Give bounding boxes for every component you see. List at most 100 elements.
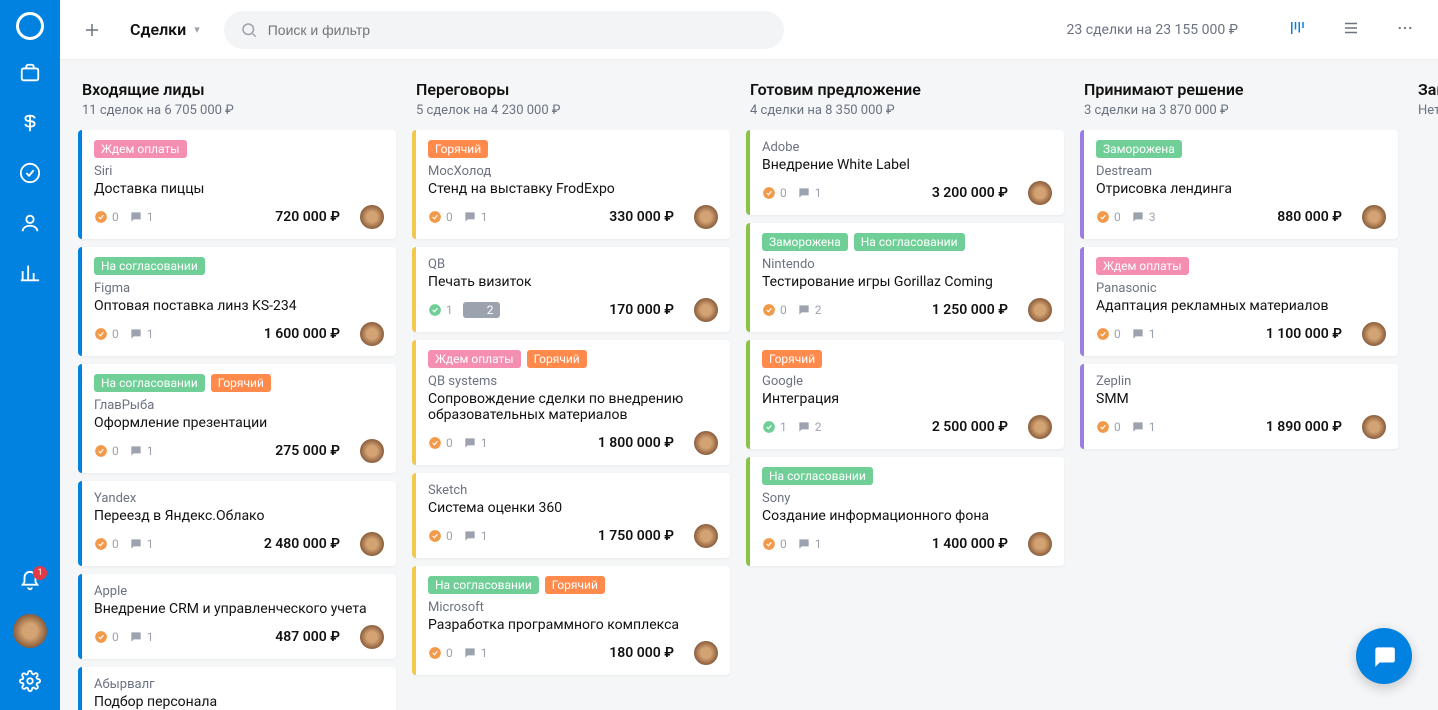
kanban-column: Готовим предложение4 сделки на 8 350 000… bbox=[746, 76, 1066, 710]
company-name: Sketch bbox=[428, 483, 718, 498]
company-name: Apple bbox=[94, 584, 384, 599]
assignee-avatar[interactable] bbox=[1362, 205, 1386, 229]
kanban-view-icon[interactable] bbox=[1282, 13, 1312, 47]
tag-hot: Горячий bbox=[428, 140, 488, 158]
company-name: ГлавРыба bbox=[94, 398, 384, 413]
search-bar[interactable] bbox=[224, 11, 784, 49]
assignee-avatar[interactable] bbox=[1028, 298, 1052, 322]
tasks-stat: 0 bbox=[428, 529, 453, 543]
deal-price: 330 000 ₽ bbox=[609, 209, 674, 225]
comments-stat: 1 bbox=[129, 327, 154, 341]
deal-card[interactable]: AppleВнедрение CRM и управленческого уче… bbox=[78, 574, 396, 659]
tasks-stat: 0 bbox=[762, 537, 787, 551]
assignee-avatar[interactable] bbox=[360, 205, 384, 229]
avatar[interactable] bbox=[13, 614, 47, 648]
assignee-avatar[interactable] bbox=[1028, 532, 1052, 556]
logo-icon[interactable] bbox=[16, 12, 44, 40]
assignee-avatar[interactable] bbox=[1362, 415, 1386, 439]
deal-price: 1 600 000 ₽ bbox=[264, 326, 340, 342]
column-subtitle: 5 сделок на 4 230 000 ₽ bbox=[416, 103, 728, 118]
column-subtitle: 11 сделок на 6 705 000 ₽ bbox=[82, 103, 394, 118]
assignee-avatar[interactable] bbox=[360, 532, 384, 556]
deal-card[interactable]: Ждем оплатыPanasonicАдаптация рекламных … bbox=[1080, 247, 1398, 356]
assignee-avatar[interactable] bbox=[694, 641, 718, 665]
kanban-column: Переговоры5 сделок на 4 230 000 ₽Горячий… bbox=[412, 76, 732, 710]
tasks-stat: 0 bbox=[94, 537, 119, 551]
briefcase-icon[interactable] bbox=[19, 62, 41, 84]
deal-title: Подбор персонала bbox=[94, 694, 384, 710]
comments-stat: 3 bbox=[1131, 210, 1156, 224]
search-input[interactable] bbox=[268, 22, 768, 38]
assignee-avatar[interactable] bbox=[360, 625, 384, 649]
deal-price: 1 100 000 ₽ bbox=[1266, 326, 1342, 342]
tasks-stat: 0 bbox=[762, 303, 787, 317]
kanban-board[interactable]: Входящие лиды11 сделок на 6 705 000 ₽Жде… bbox=[60, 60, 1438, 710]
kanban-column: Входящие лиды11 сделок на 6 705 000 ₽Жде… bbox=[78, 76, 398, 710]
tag-pay: Ждем оплаты bbox=[428, 350, 521, 368]
list-view-icon[interactable] bbox=[1336, 13, 1366, 47]
comments-stat: 1 bbox=[1131, 420, 1156, 434]
deal-title: Оформление презентации bbox=[94, 415, 384, 431]
dollar-icon[interactable] bbox=[19, 112, 41, 134]
gear-icon[interactable] bbox=[19, 670, 41, 692]
deal-card[interactable]: На согласованииSonyСоздание информационн… bbox=[746, 457, 1064, 566]
assignee-avatar[interactable] bbox=[694, 524, 718, 548]
tag-hot: Горячий bbox=[211, 374, 271, 392]
assignee-avatar[interactable] bbox=[694, 298, 718, 322]
company-name: Siri bbox=[94, 164, 384, 179]
comments-stat: 1 bbox=[797, 186, 822, 200]
tasks-stat: 0 bbox=[428, 210, 453, 224]
assignee-avatar[interactable] bbox=[694, 205, 718, 229]
user-icon[interactable] bbox=[19, 212, 41, 234]
page-title: Сделки bbox=[130, 20, 186, 39]
check-circle-icon[interactable] bbox=[19, 162, 41, 184]
assignee-avatar[interactable] bbox=[694, 431, 718, 455]
deal-card[interactable]: На согласованииFigmaОптовая поставка лин… bbox=[78, 247, 396, 356]
deal-title: Печать визиток bbox=[428, 274, 718, 290]
assignee-avatar[interactable] bbox=[360, 322, 384, 346]
company-name: Абырвалг bbox=[94, 677, 384, 692]
assignee-avatar[interactable] bbox=[1028, 415, 1052, 439]
column-title: Готовим предложение bbox=[750, 80, 1062, 99]
company-name: Destream bbox=[1096, 164, 1386, 179]
bell-icon[interactable]: 1 bbox=[19, 570, 41, 592]
deal-card[interactable]: На согласованииГорячийГлавРыбаОформление… bbox=[78, 364, 396, 473]
deal-card[interactable]: AdobeВнедрение White Label013 200 000 ₽ bbox=[746, 130, 1064, 215]
comments-stat: 1 bbox=[463, 436, 488, 450]
pipeline-selector[interactable]: Сделки ▾ bbox=[130, 20, 200, 39]
deal-card[interactable]: ГорячийGoogleИнтеграция122 500 000 ₽ bbox=[746, 340, 1064, 449]
deal-card[interactable]: ZeplinSMM011 890 000 ₽ bbox=[1080, 364, 1398, 449]
tasks-stat: 1 bbox=[762, 420, 787, 434]
tasks-stat: 0 bbox=[428, 436, 453, 450]
chevron-down-icon: ▾ bbox=[194, 23, 200, 36]
comments-stat: 1 bbox=[129, 444, 154, 458]
deal-card[interactable]: Ждем оплатыSiriДоставка пиццы01720 000 ₽ bbox=[78, 130, 396, 239]
add-button[interactable] bbox=[78, 16, 106, 44]
tasks-stat: 0 bbox=[94, 210, 119, 224]
chat-fab[interactable] bbox=[1356, 628, 1412, 684]
tasks-stat: 0 bbox=[94, 444, 119, 458]
deal-price: 1 800 000 ₽ bbox=[598, 435, 674, 451]
more-icon[interactable] bbox=[1390, 13, 1420, 47]
assignee-avatar[interactable] bbox=[1362, 322, 1386, 346]
deal-card[interactable]: YandexПереезд в Яндекс.Облако012 480 000… bbox=[78, 481, 396, 566]
deal-card[interactable]: ЗамороженаDestreamОтрисовка лендинга0388… bbox=[1080, 130, 1398, 239]
assignee-avatar[interactable] bbox=[1028, 181, 1052, 205]
company-name: Zeplin bbox=[1096, 374, 1386, 389]
comments-stat: 2 bbox=[797, 420, 822, 434]
deal-card[interactable]: SketchСистема оценки 360011 750 000 ₽ bbox=[412, 473, 730, 558]
deal-card[interactable]: АбырвалгПодбор персонала01 bbox=[78, 667, 396, 710]
deal-card[interactable]: QBПечать визиток12170 000 ₽ bbox=[412, 247, 730, 332]
column-title: Закл bbox=[1418, 80, 1438, 99]
comments-stat: 1 bbox=[129, 630, 154, 644]
deal-card[interactable]: Ждем оплатыГорячийQB systemsСопровождени… bbox=[412, 340, 730, 465]
deal-card[interactable]: На согласованииГорячийMicrosoftРазработк… bbox=[412, 566, 730, 675]
deal-card[interactable]: ГорячийМосХолодСтенд на выставку FrodExp… bbox=[412, 130, 730, 239]
search-icon bbox=[240, 21, 258, 39]
deal-price: 880 000 ₽ bbox=[1277, 209, 1342, 225]
assignee-avatar[interactable] bbox=[360, 439, 384, 463]
tag-hot: Горячий bbox=[545, 576, 605, 594]
chart-icon[interactable] bbox=[19, 262, 41, 284]
deal-card[interactable]: ЗамороженаНа согласованииNintendoТестиро… bbox=[746, 223, 1064, 332]
company-name: Nintendo bbox=[762, 257, 1052, 272]
